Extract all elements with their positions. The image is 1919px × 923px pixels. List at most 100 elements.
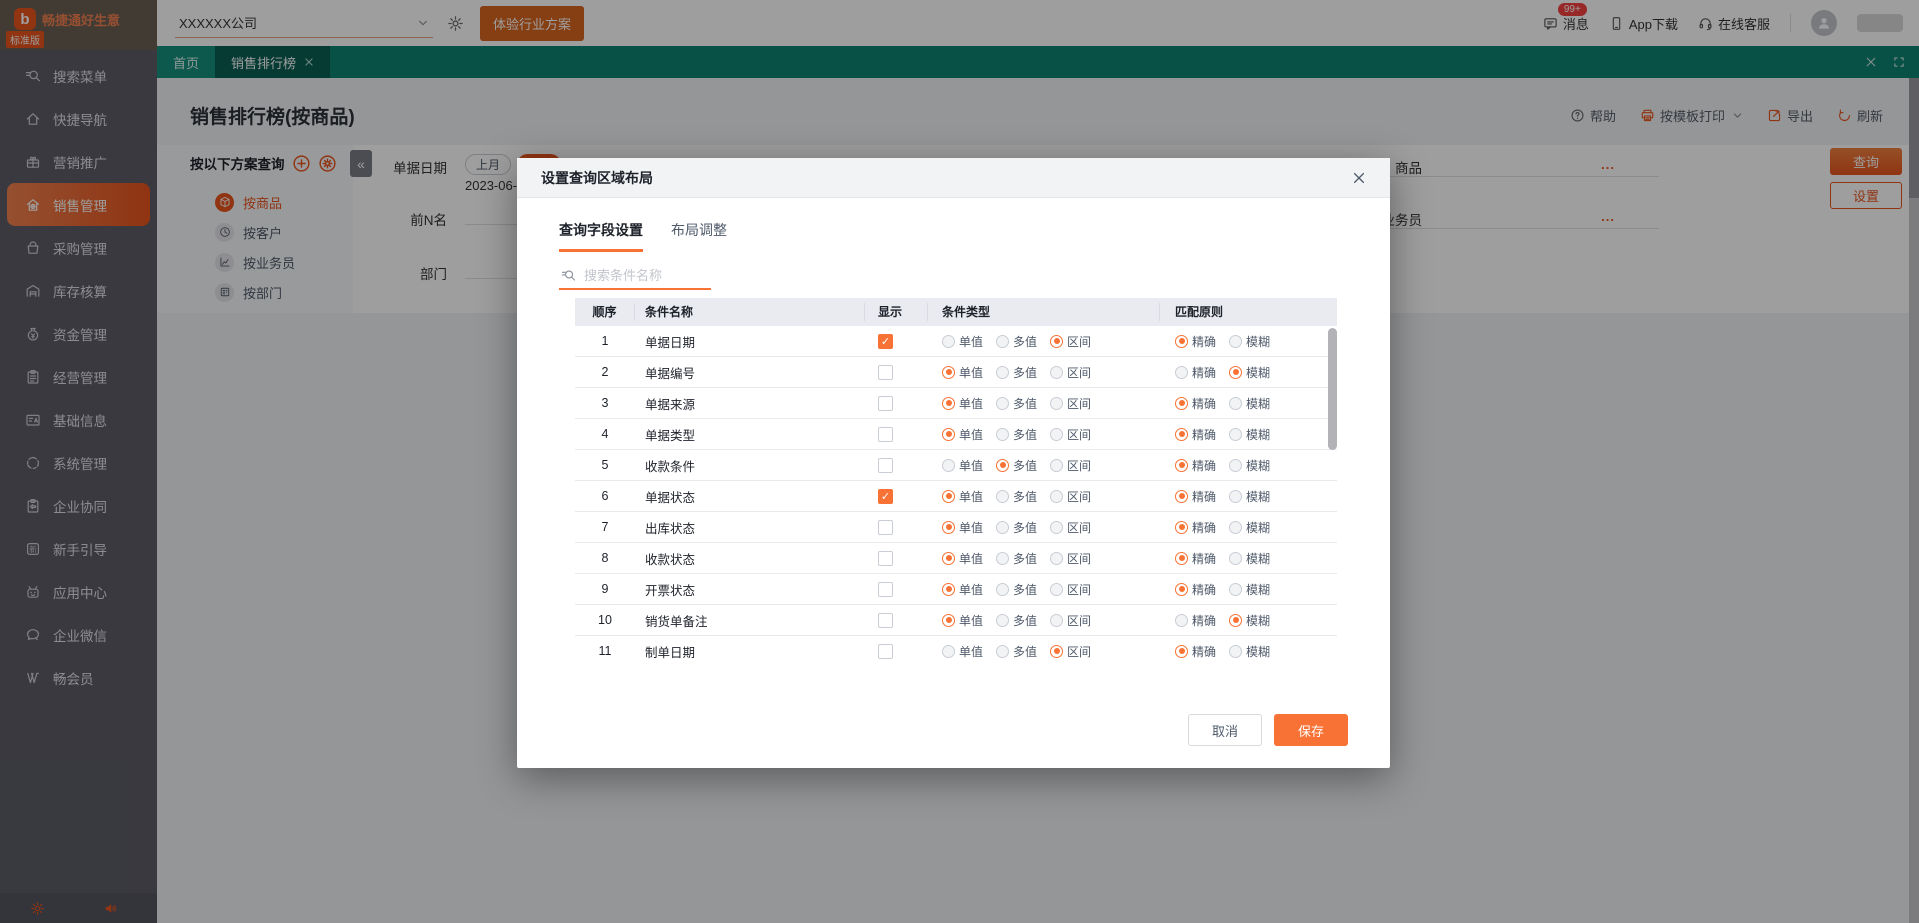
show-checkbox[interactable] [878, 488, 893, 504]
match-option-radio[interactable] [1175, 551, 1188, 565]
match-option-radio[interactable] [1175, 613, 1188, 627]
match-option[interactable]: 精确 [1175, 643, 1216, 660]
type-option-radio[interactable] [996, 489, 1010, 503]
match-option-radio[interactable] [1229, 396, 1243, 410]
type-option[interactable]: 区间 [1050, 426, 1091, 443]
match-option-radio[interactable] [1229, 613, 1243, 627]
match-option[interactable]: 模糊 [1229, 612, 1270, 629]
match-option-radio[interactable] [1229, 489, 1243, 503]
type-option-radio[interactable] [1050, 458, 1064, 472]
type-option-radio[interactable] [942, 334, 955, 348]
type-option[interactable]: 单值 [942, 612, 983, 629]
match-option-radio[interactable] [1175, 520, 1188, 534]
type-option-radio[interactable] [942, 458, 955, 472]
match-option-radio[interactable] [1175, 644, 1188, 658]
show-checkbox[interactable] [878, 426, 893, 442]
match-option-radio[interactable] [1175, 458, 1188, 472]
show-checkbox[interactable] [878, 395, 893, 411]
show-checkbox[interactable] [878, 519, 893, 535]
type-option-radio[interactable] [1050, 334, 1064, 348]
type-option[interactable]: 区间 [1050, 457, 1091, 474]
match-option[interactable]: 精确 [1175, 488, 1216, 505]
type-option[interactable]: 多值 [996, 488, 1037, 505]
type-option-radio[interactable] [942, 427, 955, 441]
type-option[interactable]: 区间 [1050, 581, 1091, 598]
type-option-radio[interactable] [996, 427, 1010, 441]
type-option[interactable]: 单值 [942, 364, 983, 381]
type-option[interactable]: 多值 [996, 395, 1037, 412]
type-option[interactable]: 区间 [1050, 612, 1091, 629]
cancel-button[interactable]: 取消 [1188, 714, 1262, 746]
type-option-radio[interactable] [1050, 489, 1064, 503]
tab-query-fields[interactable]: 查询字段设置 [559, 220, 643, 252]
match-option[interactable]: 精确 [1175, 426, 1216, 443]
type-option-radio[interactable] [996, 334, 1010, 348]
match-option-radio[interactable] [1175, 582, 1188, 596]
type-option-radio[interactable] [942, 365, 955, 379]
type-option[interactable]: 单值 [942, 581, 983, 598]
match-option[interactable]: 精确 [1175, 519, 1216, 536]
match-option-radio[interactable] [1229, 644, 1243, 658]
type-option-radio[interactable] [942, 551, 955, 565]
type-option-radio[interactable] [1050, 365, 1064, 379]
modal-table-scrollbar-thumb[interactable] [1328, 328, 1337, 450]
match-option-radio[interactable] [1229, 365, 1243, 379]
match-option-radio[interactable] [1229, 582, 1243, 596]
type-option[interactable]: 单值 [942, 488, 983, 505]
match-option-radio[interactable] [1229, 520, 1243, 534]
type-option[interactable]: 单值 [942, 395, 983, 412]
type-option[interactable]: 多值 [996, 550, 1037, 567]
match-option[interactable]: 精确 [1175, 612, 1216, 629]
type-option-radio[interactable] [996, 613, 1010, 627]
type-option-radio[interactable] [1050, 551, 1064, 565]
show-checkbox[interactable] [878, 643, 893, 659]
match-option-radio[interactable] [1175, 427, 1188, 441]
match-option-radio[interactable] [1175, 396, 1188, 410]
type-option[interactable]: 单值 [942, 643, 983, 660]
type-option[interactable]: 多值 [996, 519, 1037, 536]
match-option-radio[interactable] [1175, 365, 1188, 379]
type-option[interactable]: 区间 [1050, 395, 1091, 412]
type-option[interactable]: 单值 [942, 426, 983, 443]
save-button[interactable]: 保存 [1274, 714, 1348, 746]
match-option[interactable]: 精确 [1175, 333, 1216, 350]
type-option[interactable]: 单值 [942, 333, 983, 350]
match-option[interactable]: 模糊 [1229, 550, 1270, 567]
match-option[interactable]: 模糊 [1229, 519, 1270, 536]
type-option[interactable]: 多值 [996, 333, 1037, 350]
type-option[interactable]: 区间 [1050, 488, 1091, 505]
type-option-radio[interactable] [996, 551, 1010, 565]
type-option-radio[interactable] [1050, 396, 1064, 410]
type-option[interactable]: 单值 [942, 550, 983, 567]
match-option[interactable]: 模糊 [1229, 364, 1270, 381]
show-checkbox[interactable] [878, 457, 893, 473]
type-option[interactable]: 多值 [996, 364, 1037, 381]
type-option[interactable]: 单值 [942, 457, 983, 474]
type-option[interactable]: 区间 [1050, 550, 1091, 567]
match-option-radio[interactable] [1229, 551, 1243, 565]
type-option-radio[interactable] [942, 644, 955, 658]
type-option-radio[interactable] [942, 396, 955, 410]
match-option[interactable]: 模糊 [1229, 457, 1270, 474]
show-checkbox[interactable] [878, 581, 893, 597]
match-option[interactable]: 模糊 [1229, 333, 1270, 350]
type-option-radio[interactable] [996, 458, 1010, 472]
type-option-radio[interactable] [996, 644, 1010, 658]
type-option[interactable]: 多值 [996, 426, 1037, 443]
match-option[interactable]: 精确 [1175, 364, 1216, 381]
type-option-radio[interactable] [1050, 644, 1064, 658]
type-option-radio[interactable] [1050, 427, 1064, 441]
match-option[interactable]: 精确 [1175, 581, 1216, 598]
type-option[interactable]: 多值 [996, 612, 1037, 629]
match-option[interactable]: 精确 [1175, 550, 1216, 567]
show-checkbox[interactable] [878, 612, 893, 628]
type-option[interactable]: 区间 [1050, 643, 1091, 660]
show-checkbox[interactable] [878, 333, 893, 349]
match-option-radio[interactable] [1229, 458, 1243, 472]
tab-layout-adjust[interactable]: 布局调整 [671, 220, 727, 252]
match-option[interactable]: 精确 [1175, 457, 1216, 474]
type-option-radio[interactable] [1050, 582, 1064, 596]
condition-search-input[interactable] [584, 268, 704, 283]
match-option[interactable]: 精确 [1175, 395, 1216, 412]
type-option[interactable]: 区间 [1050, 333, 1091, 350]
